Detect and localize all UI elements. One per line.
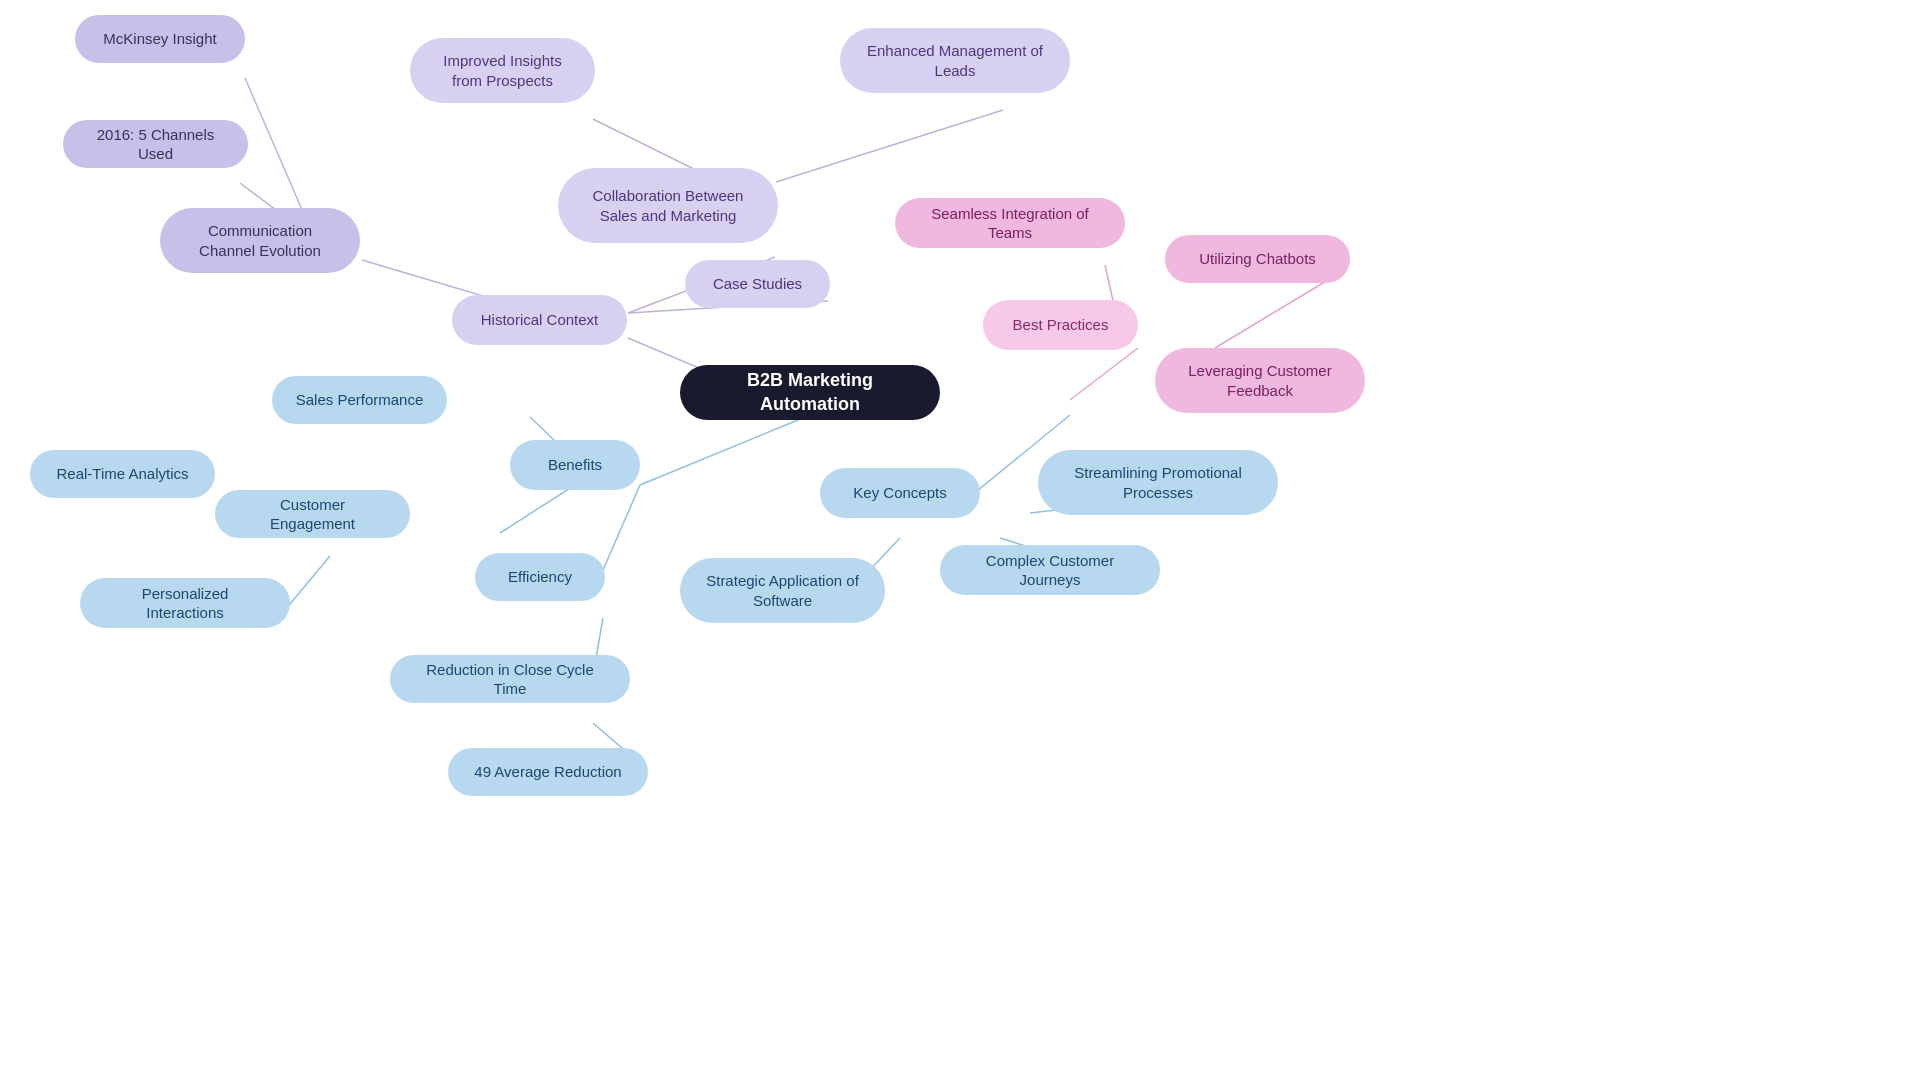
- customer-engagement-node: Customer Engagement: [215, 490, 410, 538]
- personalized-interactions-node: Personalized Interactions: [80, 578, 290, 628]
- strategic-application-node: Strategic Application of Software: [680, 558, 885, 623]
- historical-context-node: Historical Context: [452, 295, 627, 345]
- average-reduction-node: 49 Average Reduction: [448, 748, 648, 796]
- enhanced-management-node: Enhanced Management of Leads: [840, 28, 1070, 93]
- reduction-close-cycle-node: Reduction in Close Cycle Time: [390, 655, 630, 703]
- collaboration-sales-marketing-node: Collaboration Between Sales and Marketin…: [558, 168, 778, 243]
- mckinsey-insight-node: McKinsey Insight: [75, 15, 245, 63]
- svg-line-10: [776, 110, 1003, 182]
- seamless-integration-node: Seamless Integration of Teams: [895, 198, 1125, 248]
- svg-line-12: [1215, 274, 1338, 348]
- utilizing-chatbots-node: Utilizing Chatbots: [1165, 235, 1350, 283]
- key-concepts-node: Key Concepts: [820, 468, 980, 518]
- real-time-analytics-node: Real-Time Analytics: [30, 450, 215, 498]
- svg-line-3: [1070, 348, 1138, 400]
- svg-line-7: [245, 78, 310, 228]
- svg-line-1: [640, 415, 810, 485]
- svg-line-16: [603, 485, 640, 570]
- best-practices-node: Best Practices: [983, 300, 1138, 350]
- improved-insights-node: Improved Insights from Prospects: [410, 38, 595, 103]
- leveraging-feedback-node: Leveraging Customer Feedback: [1155, 348, 1365, 413]
- benefits-node: Benefits: [510, 440, 640, 490]
- complex-journeys-node: Complex Customer Journeys: [940, 545, 1160, 595]
- communication-channel-node: Communication Channel Evolution: [160, 208, 360, 273]
- svg-line-15: [500, 485, 575, 533]
- channels-2016-node: 2016: 5 Channels Used: [63, 120, 248, 168]
- case-studies-node: Case Studies: [685, 260, 830, 308]
- streamlining-processes-node: Streamlining Promotional Processes: [1038, 450, 1278, 515]
- center-node: B2B Marketing Automation: [680, 365, 940, 420]
- efficiency-node: Efficiency: [475, 553, 605, 601]
- sales-performance-node: Sales Performance: [272, 376, 447, 424]
